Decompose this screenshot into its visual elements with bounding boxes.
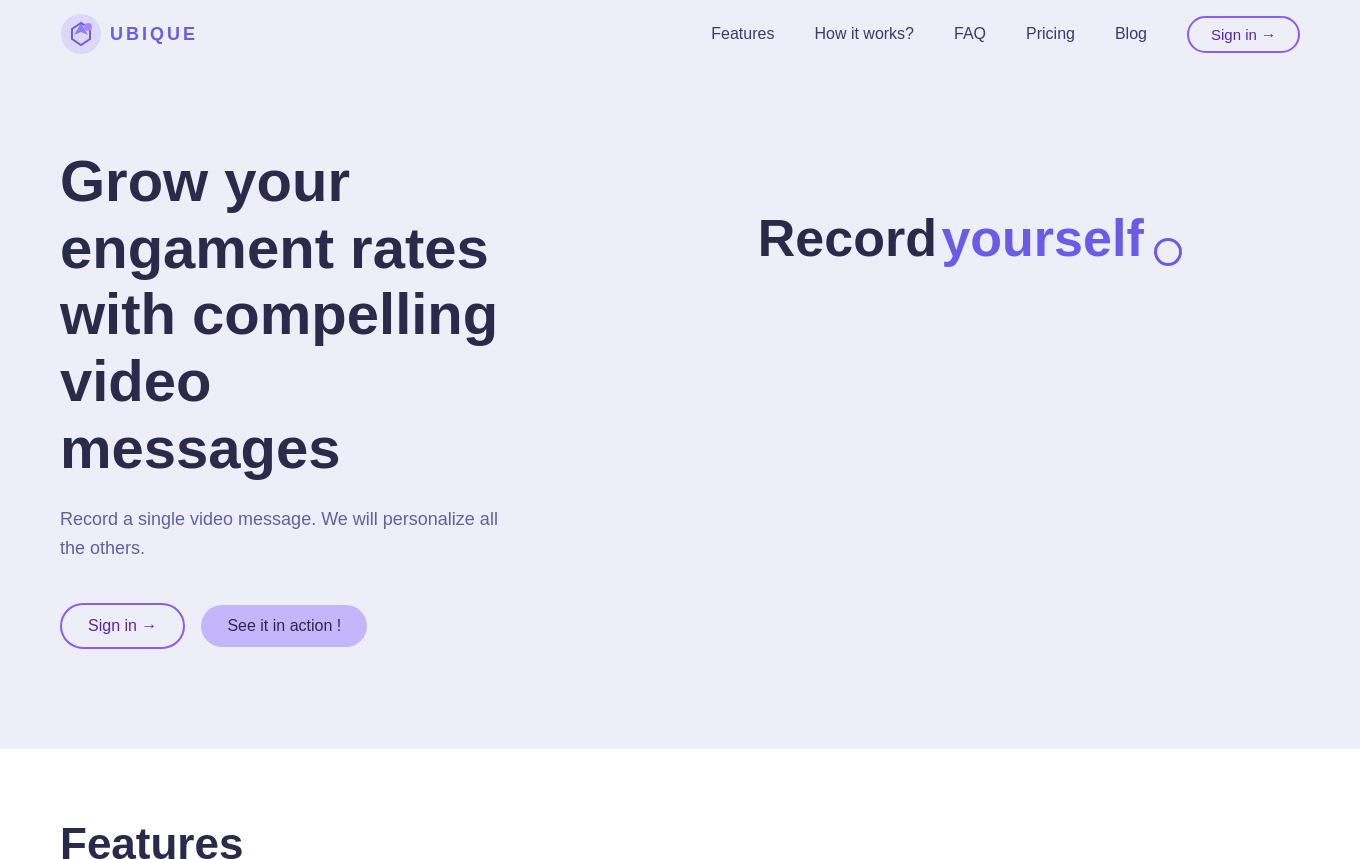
logo[interactable]: UBIQUE bbox=[60, 13, 198, 55]
navbar: UBIQUE Features How it works? FAQ Pricin… bbox=[0, 0, 1360, 68]
svg-point-0 bbox=[61, 14, 101, 54]
nav-features[interactable]: Features bbox=[711, 25, 774, 43]
nav-faq[interactable]: FAQ bbox=[954, 25, 986, 43]
logo-text: UBIQUE bbox=[110, 24, 198, 45]
record-label: Record bbox=[758, 209, 937, 267]
hero-subtitle: Record a single video message. We will p… bbox=[60, 505, 500, 563]
features-section: Features AI Voice & Face cloning Start u… bbox=[0, 749, 1360, 859]
svg-point-1 bbox=[84, 23, 92, 31]
features-title: Features bbox=[60, 819, 650, 859]
record-dot-icon bbox=[1154, 238, 1182, 266]
hero-buttons: Sign in → See it in action ! bbox=[60, 603, 640, 649]
hero-title-line1: Grow your bbox=[60, 148, 350, 213]
hero-action-button[interactable]: See it in action ! bbox=[201, 605, 367, 647]
record-yourself-text: Record yourself bbox=[758, 208, 1182, 268]
features-content: Features AI Voice & Face cloning Start u… bbox=[60, 819, 650, 859]
nav-links: Features How it works? FAQ Pricing Blog … bbox=[711, 16, 1300, 53]
logo-icon bbox=[60, 13, 102, 55]
features-visual bbox=[710, 819, 1300, 859]
nav-signin-button[interactable]: Sign in → bbox=[1187, 16, 1300, 53]
hero-title-line3: with compelling video bbox=[60, 281, 498, 413]
hero-title-line2: engament rates bbox=[60, 215, 489, 280]
hero-title: Grow your engament rates with compelling… bbox=[60, 148, 640, 481]
yourself-label: yourself bbox=[941, 209, 1143, 267]
nav-how-it-works[interactable]: How it works? bbox=[814, 25, 914, 43]
hero-section: Grow your engament rates with compelling… bbox=[0, 68, 1360, 749]
hero-signin-button[interactable]: Sign in → bbox=[60, 603, 185, 649]
hero-title-line4: messages bbox=[60, 415, 341, 480]
nav-pricing[interactable]: Pricing bbox=[1026, 25, 1075, 43]
nav-blog[interactable]: Blog bbox=[1115, 25, 1147, 43]
hero-visual: Record yourself bbox=[640, 148, 1300, 268]
hero-content: Grow your engament rates with compelling… bbox=[60, 148, 640, 649]
